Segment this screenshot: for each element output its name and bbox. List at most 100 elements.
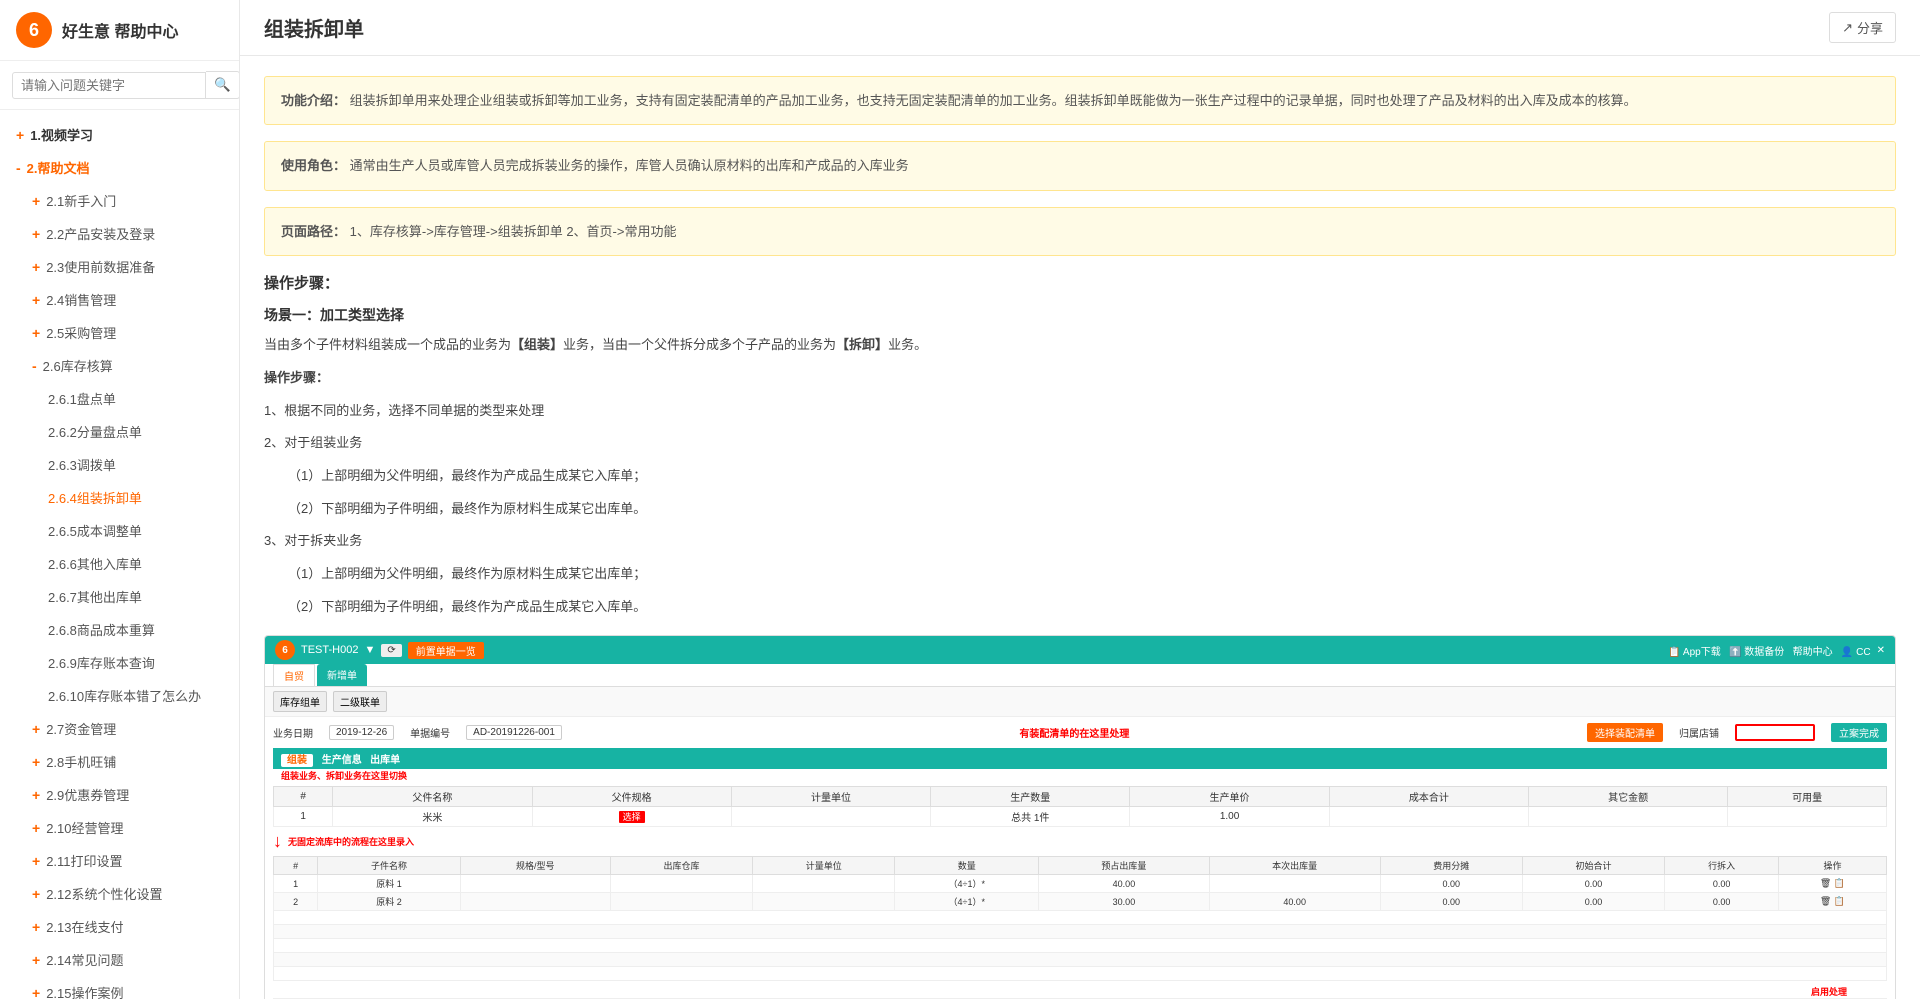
- sidebar-item-inventory[interactable]: - 2.6库存核算: [0, 349, 239, 382]
- steps-title: 操作步骤：: [264, 366, 1896, 391]
- mock-sub-row4: [274, 925, 1887, 939]
- plus-icon-5: +: [32, 292, 40, 308]
- mock-parent-table: # 父件名称 父件规格 计量单位 生产数量 生产单价 成本合计 其它金额 可用量: [273, 786, 1887, 827]
- sidebar-item-online-pay[interactable]: + 2.13在线支付: [0, 910, 239, 943]
- mock-btn-inventory[interactable]: 库存组单: [273, 691, 327, 712]
- path-box: 页面路径： 1、库存核算->库存管理->组装拆卸单 2、首页->常用功能: [264, 207, 1896, 256]
- mock-annotation3: 无固定流库中的流程在这里录入: [288, 835, 414, 848]
- mock-sub-row2: 2 原料 2 （4÷1）* 30.00 40.00 0.00 0.00 0: [274, 893, 1887, 911]
- mock-orderno-label: 单据编号: [410, 725, 450, 740]
- role-text: 通常由生产人员或库管人员完成拆装业务的操作，库管人员确认原材料的出库和产成品的入…: [350, 158, 909, 173]
- share-icon: ↗: [1842, 20, 1853, 36]
- plus-icon-2: +: [32, 193, 40, 209]
- step2-1: （1）上部明细为父件明细，最终作为产成品生成某它入库单；: [288, 464, 1896, 489]
- mock-sub-th2: 子件名称: [318, 857, 460, 875]
- sidebar-item-newcomer[interactable]: + 2.1新手入门: [0, 184, 239, 217]
- mock-dropdown-icon: ▼: [364, 644, 375, 656]
- sidebar-item-stocktake[interactable]: 2.6.1盘点单: [0, 382, 239, 415]
- sidebar-item-purchase[interactable]: + 2.5采购管理: [0, 316, 239, 349]
- plus-icon: +: [16, 127, 24, 143]
- step3: 3、对于拆夹业务: [264, 529, 1896, 554]
- step3-1: （1）上部明细为父件明细，最终作为原材料生成某它出库单；: [288, 562, 1896, 587]
- search-input[interactable]: [12, 72, 206, 99]
- mock-th-name: 父件名称: [333, 787, 532, 807]
- sidebar-item-cases[interactable]: + 2.15操作案例: [0, 976, 239, 999]
- page-title: 组装拆卸单: [264, 13, 364, 42]
- mock-annotation1: 有装配清单的在这里处理: [578, 725, 1571, 740]
- sidebar-item-assembly[interactable]: 2.6.4组装拆卸单: [0, 481, 239, 514]
- mock-section-header: 组装 生产信息 出库单: [273, 748, 1887, 769]
- role-box: 使用角色： 通常由生产人员或库管人员完成拆装业务的操作，库管人员确认原材料的出库…: [264, 141, 1896, 190]
- minus-icon-2: -: [32, 358, 37, 374]
- sidebar-item-partial-stocktake[interactable]: 2.6.2分量盘点单: [0, 415, 239, 448]
- sidebar-item-other-in[interactable]: 2.6.6其他入库单: [0, 547, 239, 580]
- sidebar-item-mobile[interactable]: + 2.8手机旺铺: [0, 745, 239, 778]
- mock-prev-btn[interactable]: 前置单据一览: [408, 642, 484, 659]
- scene1-title: 场景一：加工类型选择: [264, 305, 1896, 325]
- sidebar-item-faq[interactable]: + 2.14常见问题: [0, 943, 239, 976]
- mock-sub-th9: 费用分摊: [1380, 857, 1522, 875]
- plus-icon-14: +: [32, 952, 40, 968]
- mock-app: 6 TEST-H002 ▼ ⟳ 前置单据一览 📋 App下载 ⬆️ 数据备份 帮…: [265, 636, 1895, 999]
- plus-icon-8: +: [32, 754, 40, 770]
- mock-sub-row3: [274, 911, 1887, 925]
- mock-shop-input[interactable]: [1735, 724, 1815, 741]
- mock-arrow-annotation: ↓ 无固定流库中的流程在这里录入: [273, 831, 1887, 852]
- mock-type-btn[interactable]: 组装: [281, 754, 313, 767]
- path-text: 1、库存核算->库存管理->组装拆卸单 2、首页->常用功能: [350, 224, 677, 239]
- intro-text: 组装拆卸单用来处理企业组装或拆卸等加工业务，支持有固定装配清单的产品加工业务，也…: [350, 93, 1637, 108]
- plus-icon-11: +: [32, 853, 40, 869]
- plus-icon-15: +: [32, 985, 40, 999]
- sidebar-item-settings[interactable]: + 2.12系统个性化设置: [0, 877, 239, 910]
- mock-form: 业务日期 2019-12-26 单据编号 AD-20191226-001 有装配…: [265, 717, 1895, 999]
- sidebar-item-data-prep[interactable]: + 2.3使用前数据准备: [0, 250, 239, 283]
- sidebar-item-cost-adjust[interactable]: 2.6.5成本调整单: [0, 514, 239, 547]
- mock-sub-th10: 初始合计: [1522, 857, 1664, 875]
- mock-sub-th1: #: [274, 857, 318, 875]
- mock-close-btn[interactable]: ✕: [1877, 645, 1885, 656]
- sidebar-item-ops[interactable]: + 2.10经营管理: [0, 811, 239, 844]
- mock-row-price: 1.00: [1130, 807, 1329, 827]
- share-button[interactable]: ↗ 分享: [1829, 12, 1896, 43]
- mock-parent-row1: 1 米米 选择 总共 1件 1.00: [274, 807, 1887, 827]
- mock-th-qty: 生产数量: [931, 787, 1130, 807]
- mock-th-price: 生产单价: [1130, 787, 1329, 807]
- step3-2: （2）下部明细为子件明细，最终作为产成品生成某它入库单。: [288, 595, 1896, 620]
- sidebar: 6 好生意 帮助中心 🔍 + 1.视频学习 - 2.帮助文档 + 2.1新手入门…: [0, 0, 240, 999]
- mock-sub-th4: 出库仓库: [610, 857, 752, 875]
- app-title: 好生意 帮助中心: [62, 18, 178, 42]
- sidebar-item-other-out[interactable]: 2.6.7其他出库单: [0, 580, 239, 613]
- role-label: 使用角色：: [281, 158, 346, 173]
- mock-assembly-btn[interactable]: 选择装配清单: [1587, 723, 1663, 742]
- mock-row-qty: 总共 1件: [931, 807, 1130, 827]
- mock-confirm-btn[interactable]: 立案完成: [1831, 723, 1887, 742]
- mock-red-btn[interactable]: 选择: [619, 811, 645, 823]
- sidebar-item-finance[interactable]: + 2.7资金管理: [0, 712, 239, 745]
- sidebar-item-video[interactable]: + 1.视频学习: [0, 118, 239, 151]
- mock-annotation2-row: 启用处理: [273, 985, 1887, 998]
- sidebar-item-inventory-query[interactable]: 2.6.9库存账本查询: [0, 646, 239, 679]
- search-button[interactable]: 🔍: [206, 71, 240, 99]
- sidebar-item-transfer[interactable]: 2.6.3调拨单: [0, 448, 239, 481]
- sidebar-item-coupon[interactable]: + 2.9优惠券管理: [0, 778, 239, 811]
- mock-row-unit: [731, 807, 930, 827]
- sidebar-item-cost-recalc[interactable]: 2.6.8商品成本重算: [0, 613, 239, 646]
- step2: 2、对于组装业务: [264, 431, 1896, 456]
- minus-icon: -: [16, 160, 21, 176]
- mock-th-total: 成本合计: [1329, 787, 1528, 807]
- mock-date-label: 业务日期: [273, 725, 313, 740]
- mock-date-val: 2019-12-26: [329, 725, 394, 740]
- mock-orderno-val: AD-20191226-001: [466, 725, 562, 740]
- mock-tab-new[interactable]: 新增单: [317, 664, 367, 686]
- mock-tab-home[interactable]: 自贸: [273, 664, 315, 686]
- mock-btn-linked[interactable]: 二级联单: [333, 691, 387, 712]
- sidebar-item-docs[interactable]: - 2.帮助文档: [0, 151, 239, 184]
- sidebar-item-inventory-error[interactable]: 2.6.10库存账本错了怎么办: [0, 679, 239, 712]
- sidebar-item-sales[interactable]: + 2.4销售管理: [0, 283, 239, 316]
- sidebar-item-install[interactable]: + 2.2产品安装及登录: [0, 217, 239, 250]
- intro-label: 功能介绍：: [281, 93, 346, 108]
- sidebar-item-print[interactable]: + 2.11打印设置: [0, 844, 239, 877]
- scene1-desc: 当由多个子件材料组装成一个成品的业务为【组装】业务，当由一个父件拆分成多个子产品…: [264, 333, 1896, 358]
- mock-sub-th3: 规格/型号: [460, 857, 610, 875]
- nav-list: + 1.视频学习 - 2.帮助文档 + 2.1新手入门 + 2.2产品安装及登录…: [0, 110, 239, 999]
